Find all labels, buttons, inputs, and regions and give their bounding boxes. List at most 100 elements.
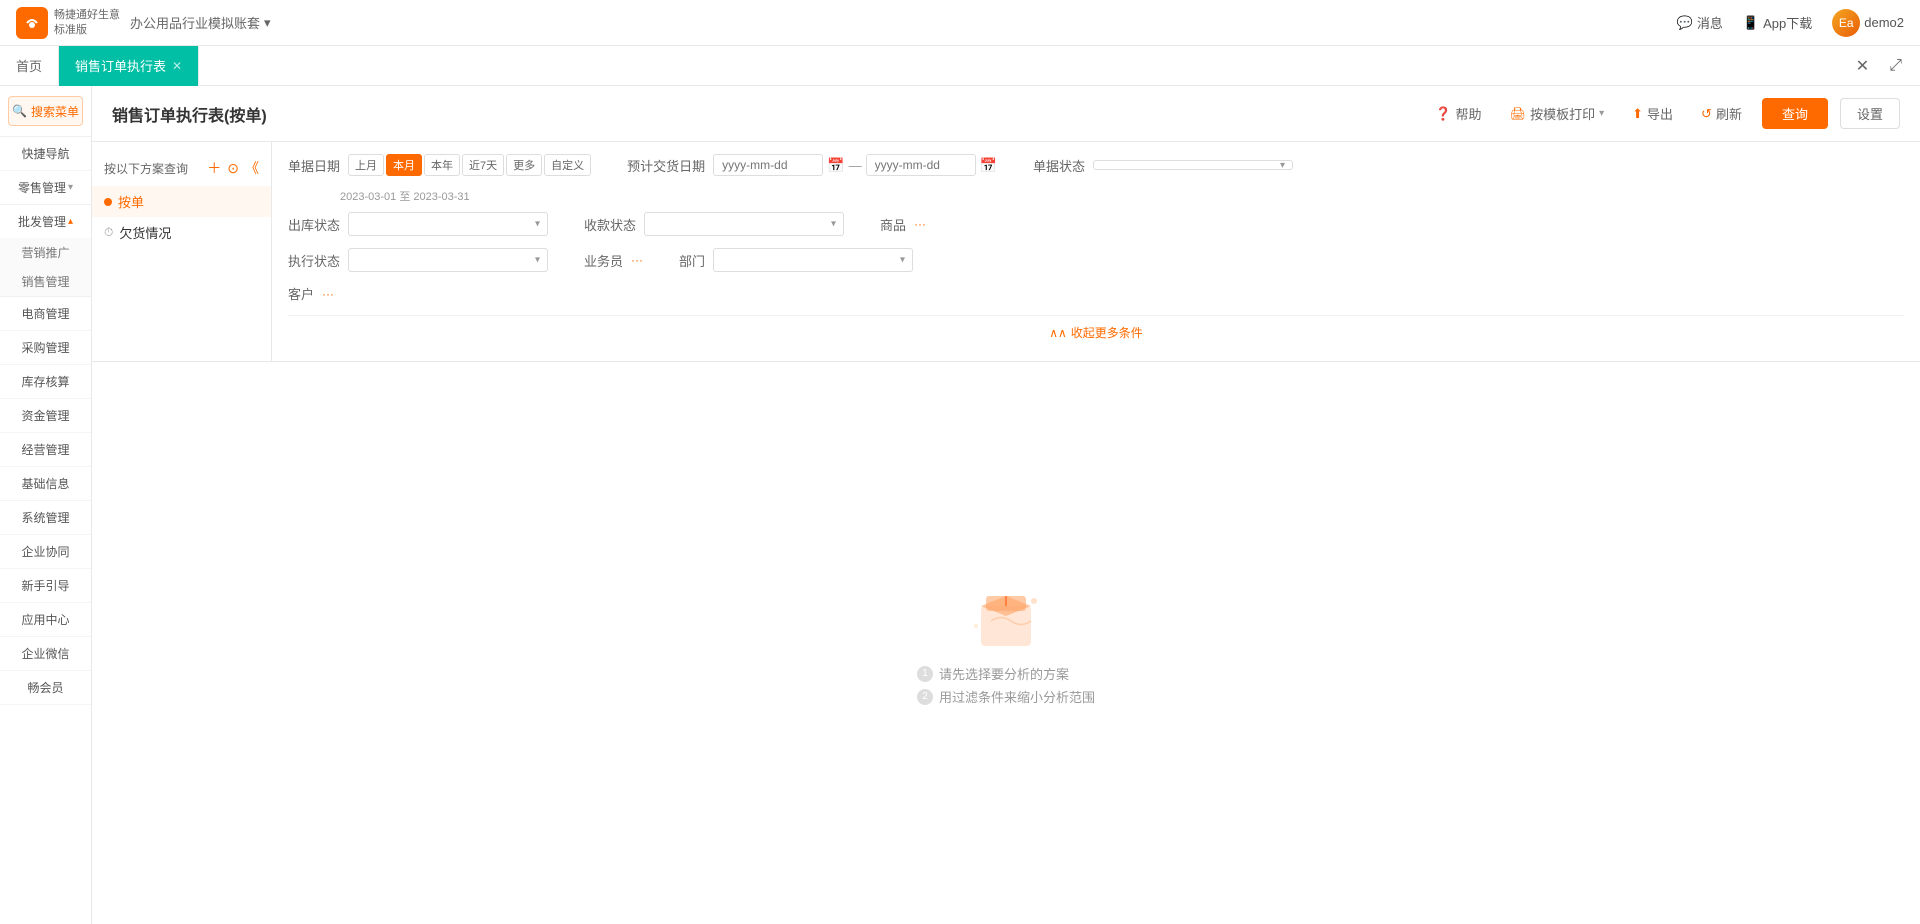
sidebar-item-retail[interactable]: 零售管理 ▾ xyxy=(0,171,91,204)
calendar-to-icon[interactable]: 📅 xyxy=(980,157,997,174)
logo-icon xyxy=(16,7,48,39)
data-area: 1 请先选择要分析的方案 2 用过滤条件来缩小分析范围 xyxy=(92,362,1920,924)
sidebar-item-inventory[interactable]: 库存核算 xyxy=(0,365,91,399)
scheme-panel: 按以下方案查询 ＋ ⊙ 《 按单 ⏱ 欠货情况 xyxy=(92,142,272,361)
sidebar-item-member[interactable]: 畅会员 xyxy=(0,671,91,705)
sidebar-item-wholesale[interactable]: 批发管理 ▴ xyxy=(0,205,91,238)
sidebar-item-quick-nav[interactable]: 快捷导航 xyxy=(0,137,91,171)
help-button[interactable]: ❓ 帮助 xyxy=(1427,100,1489,127)
filter-row-4: 客户 ··· xyxy=(288,284,1904,303)
logo-text: 畅捷通好生意 标准版 xyxy=(54,8,120,37)
sidebar-item-marketing[interactable]: 营销推广 xyxy=(0,238,91,267)
sidebar-item-ecommerce[interactable]: 电商管理 xyxy=(0,297,91,331)
date-sub-label: 2023-03-01 至 2023-03-31 xyxy=(288,188,1904,204)
sidebar-item-app-center[interactable]: 应用中心 xyxy=(0,603,91,637)
payment-status-wrapper xyxy=(644,212,844,236)
status-select[interactable] xyxy=(1093,160,1293,170)
message-icon: 💬 xyxy=(1677,15,1693,31)
sidebar-item-operations[interactable]: 经营管理 xyxy=(0,433,91,467)
app-download-button[interactable]: 📱 App下载 xyxy=(1743,13,1812,32)
filter-section: 按以下方案查询 ＋ ⊙ 《 按单 ⏱ 欠货情况 xyxy=(92,142,1920,362)
goods-more-icon[interactable]: ··· xyxy=(914,217,926,231)
tab-close-all-icon[interactable]: ✕ xyxy=(1850,54,1875,78)
collapse-scheme-icon[interactable]: 《 xyxy=(245,158,259,178)
user-profile[interactable]: Ea demo2 xyxy=(1832,9,1904,37)
date-btn-more[interactable]: 更多 xyxy=(506,154,542,176)
chevron-up-icon: ▴ xyxy=(68,216,73,227)
empty-tip-1: 1 请先选择要分析的方案 xyxy=(917,664,1095,683)
sidebar-item-enterprise[interactable]: 企业协同 xyxy=(0,535,91,569)
top-header: 畅捷通好生意 标准版 办公用品行业模拟账套 ▾ 💬 消息 📱 App下载 Ea … xyxy=(0,0,1920,46)
sidebar-item-purchase[interactable]: 采购管理 xyxy=(0,331,91,365)
execute-status-select[interactable] xyxy=(348,248,548,272)
scheme-dot xyxy=(104,198,112,206)
settings-button[interactable]: 设置 xyxy=(1840,98,1900,129)
filter-main: 单据日期 上月 本月 本年 近7天 更多 自定义 xyxy=(272,142,1920,361)
query-button[interactable]: 查询 xyxy=(1762,98,1828,129)
sidebar-item-newbie[interactable]: 新手引导 xyxy=(0,569,91,603)
filter-item-execute-status: 执行状态 xyxy=(288,248,548,272)
filter-row-2: 出库状态 收款状态 xyxy=(288,212,1904,236)
clock-icon: ⏱ xyxy=(104,225,113,240)
filter-item-payment-status: 收款状态 xyxy=(584,212,844,236)
print-button[interactable]: 🖨 按模板打印 ▾ xyxy=(1502,100,1613,127)
delivery-status-select[interactable] xyxy=(348,212,548,236)
refresh-button[interactable]: ↺ 刷新 xyxy=(1693,100,1750,127)
breadcrumb[interactable]: 办公用品行业模拟账套 ▾ xyxy=(130,13,271,32)
search-menu-button[interactable]: 🔍 搜索菜单 xyxy=(8,96,83,126)
forecast-date-range: 📅 — 📅 xyxy=(713,154,997,176)
scheme-item-shortage[interactable]: ⏱ 欠货情况 xyxy=(92,217,271,248)
date-btn-custom[interactable]: 自定义 xyxy=(544,154,591,176)
message-button[interactable]: 💬 消息 xyxy=(1677,13,1723,32)
date-btn-this-year[interactable]: 本年 xyxy=(424,154,460,176)
sidebar-item-sales[interactable]: 销售管理 xyxy=(0,267,91,296)
search-icon: 🔍 xyxy=(12,104,27,118)
sidebar-group-retail: 零售管理 ▾ xyxy=(0,171,91,205)
filter-item-status: 单据状态 ▾ xyxy=(1033,156,1293,175)
scheme-item-order[interactable]: 按单 xyxy=(92,186,271,217)
department-select[interactable] xyxy=(713,248,913,272)
filter-item-customer: 客户 ··· xyxy=(288,284,334,303)
forecast-date-to-input[interactable] xyxy=(866,154,976,176)
sidebar-item-system[interactable]: 系统管理 xyxy=(0,501,91,535)
department-wrapper xyxy=(713,248,913,272)
empty-state: 1 请先选择要分析的方案 2 用过滤条件来缩小分析范围 xyxy=(917,576,1095,710)
add-scheme-icon[interactable]: ＋ xyxy=(207,158,221,178)
export-button[interactable]: ⬆ 导出 xyxy=(1624,100,1681,127)
filter-item-department: 部门 xyxy=(679,248,913,272)
scheme-header-actions: ＋ ⊙ 《 xyxy=(207,158,259,178)
date-btn-this-month[interactable]: 本月 xyxy=(386,154,422,176)
sidebar-group-wholesale: 批发管理 ▴ 营销推广 销售管理 xyxy=(0,205,91,297)
filter-collapse-button[interactable]: ∧∧ 收起更多条件 xyxy=(288,315,1904,349)
tab-close-icon[interactable]: ✕ xyxy=(172,59,182,73)
tab-sales-order[interactable]: 销售订单执行表 ✕ xyxy=(59,46,199,86)
calendar-from-icon[interactable]: 📅 xyxy=(827,157,844,174)
scheme-header: 按以下方案查询 ＋ ⊙ 《 xyxy=(92,154,271,186)
empty-icon xyxy=(956,576,1056,656)
filter-item-delivery-status: 出库状态 xyxy=(288,212,548,236)
help-icon: ❓ xyxy=(1435,106,1451,122)
date-quick-buttons: 上月 本月 本年 近7天 更多 自定义 xyxy=(348,154,591,176)
filter-item-salesperson: 业务员 ··· xyxy=(584,251,643,270)
avatar: Ea xyxy=(1832,9,1860,37)
sidebar-item-finance[interactable]: 资金管理 xyxy=(0,399,91,433)
tab-expand-icon[interactable]: ⤢ xyxy=(1883,55,1908,77)
header-left: 畅捷通好生意 标准版 办公用品行业模拟账套 ▾ xyxy=(16,7,271,39)
forecast-date-from-input[interactable] xyxy=(713,154,823,176)
edit-scheme-icon[interactable]: ⊙ xyxy=(227,160,239,177)
main-layout: 🔍 搜索菜单 快捷导航 零售管理 ▾ 批发管理 ▴ 营销推广 销售管理 xyxy=(0,86,1920,924)
sidebar-item-base-info[interactable]: 基础信息 xyxy=(0,467,91,501)
empty-tips: 1 请先选择要分析的方案 2 用过滤条件来缩小分析范围 xyxy=(917,664,1095,710)
refresh-icon: ↺ xyxy=(1701,106,1712,122)
sidebar-item-wechat[interactable]: 企业微信 xyxy=(0,637,91,671)
tab-home[interactable]: 首页 xyxy=(0,46,59,86)
payment-status-select[interactable] xyxy=(644,212,844,236)
salesperson-more-icon[interactable]: ··· xyxy=(631,253,643,267)
date-btn-last-month[interactable]: 上月 xyxy=(348,154,384,176)
chevron-down-icon: ▾ xyxy=(68,182,73,193)
date-btn-7days[interactable]: 近7天 xyxy=(462,154,504,176)
print-dropdown-icon: ▾ xyxy=(1599,108,1604,119)
collapse-up-icon: ∧∧ xyxy=(1049,326,1067,340)
print-icon: 🖨 xyxy=(1510,106,1527,122)
customer-more-icon[interactable]: ··· xyxy=(322,287,334,301)
